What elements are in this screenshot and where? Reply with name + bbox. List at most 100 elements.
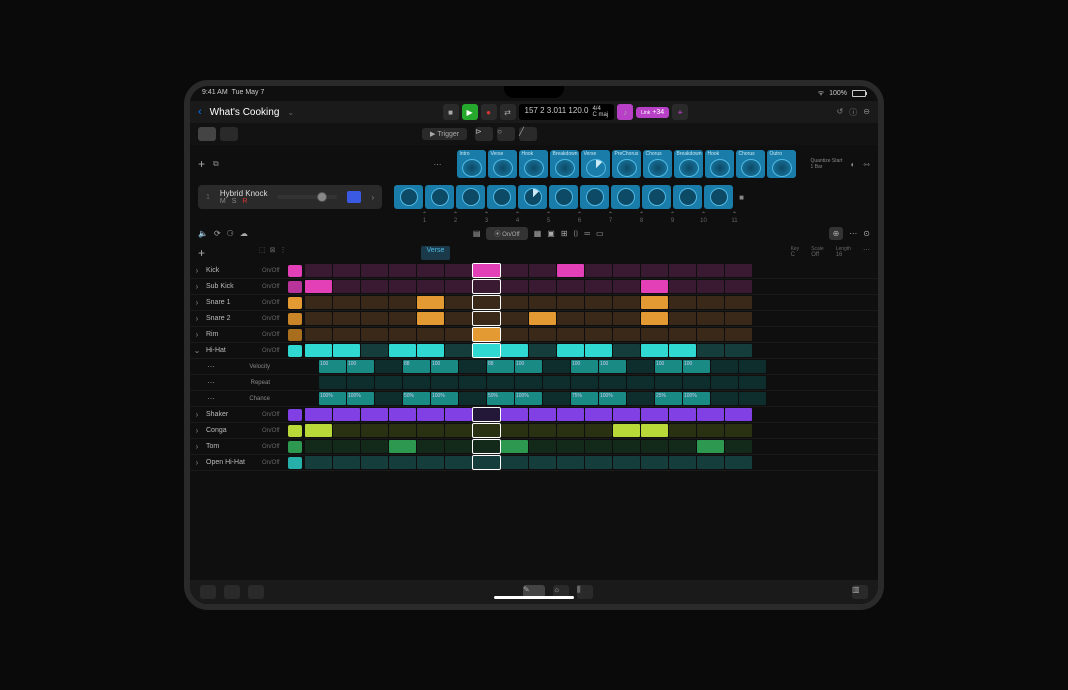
step-cell[interactable] — [585, 440, 612, 453]
step-cell[interactable] — [599, 376, 626, 389]
more-button[interactable]: ⋯ — [433, 160, 441, 169]
step-cell[interactable] — [333, 440, 360, 453]
step-cell[interactable] — [529, 408, 556, 421]
step-cell[interactable] — [445, 440, 472, 453]
step-cell[interactable] — [711, 392, 738, 405]
step-cell[interactable] — [725, 424, 752, 437]
view-e-button[interactable]: ═ — [584, 229, 590, 238]
step-cell[interactable] — [501, 424, 528, 437]
contrast-button[interactable]: ◐ — [850, 160, 855, 169]
expand-button[interactable]: › — [190, 410, 204, 419]
step-cell[interactable] — [319, 376, 346, 389]
step-cell[interactable] — [445, 408, 472, 421]
step-cell[interactable] — [529, 328, 556, 341]
step-cell[interactable] — [557, 264, 584, 277]
step-cell[interactable] — [585, 456, 612, 469]
row-onoff[interactable]: On/Off — [262, 300, 288, 306]
step-cell[interactable] — [585, 424, 612, 437]
step-cell[interactable]: 100% — [347, 392, 374, 405]
step-cell[interactable] — [459, 376, 486, 389]
tempo-display[interactable]: 157 2 3.011 120.0 4/4C maj — [519, 104, 615, 120]
step-cell[interactable] — [333, 456, 360, 469]
step-cell[interactable] — [473, 440, 500, 453]
row-name[interactable]: Kick — [204, 267, 262, 274]
section-badge[interactable]: Verse — [421, 246, 451, 260]
step-cell[interactable] — [501, 408, 528, 421]
step-cell[interactable] — [613, 424, 640, 437]
step-cell[interactable] — [585, 264, 612, 277]
row-name[interactable]: Sub Kick — [204, 283, 262, 290]
record-arm-button[interactable]: R — [242, 198, 247, 205]
step-cell[interactable] — [501, 440, 528, 453]
step-cell[interactable] — [445, 264, 472, 277]
step-cell[interactable]: 88 — [487, 360, 514, 373]
section-hook[interactable]: Hook — [519, 150, 548, 178]
cycle-button[interactable]: ⇄ — [500, 104, 516, 120]
step-cell[interactable] — [543, 360, 570, 373]
step-cell[interactable]: 88 — [403, 360, 430, 373]
home-indicator[interactable] — [494, 596, 574, 599]
step-cell[interactable] — [375, 392, 402, 405]
step-cell[interactable] — [361, 280, 388, 293]
step-cell[interactable] — [725, 344, 752, 357]
row-name[interactable]: Hi-Hat — [204, 347, 262, 354]
step-cell[interactable] — [557, 296, 584, 309]
step-cell[interactable] — [585, 408, 612, 421]
step-cell[interactable] — [725, 440, 752, 453]
quantize-value[interactable]: 1 Bar — [810, 164, 842, 170]
view-c-button[interactable]: ⊞ — [561, 229, 568, 238]
step-cell[interactable] — [613, 344, 640, 357]
step-cell[interactable] — [501, 296, 528, 309]
scale-value[interactable]: Off — [811, 252, 824, 258]
step-cell[interactable] — [627, 360, 654, 373]
row-name[interactable]: Tom — [204, 443, 262, 450]
step-cell[interactable] — [361, 344, 388, 357]
section-cell[interactable] — [549, 185, 578, 209]
live-view-button[interactable] — [220, 127, 238, 141]
onoff-toggle[interactable]: ⦿ On/Off — [486, 227, 527, 240]
step-cell[interactable] — [697, 344, 724, 357]
loop-button[interactable]: ○ — [497, 127, 515, 141]
step-cell[interactable] — [473, 280, 500, 293]
row-name[interactable]: Conga — [204, 427, 262, 434]
step-cell[interactable] — [669, 344, 696, 357]
step-cell[interactable] — [641, 328, 668, 341]
step-cell[interactable] — [557, 440, 584, 453]
step-cell[interactable] — [305, 264, 332, 277]
step-cell[interactable] — [557, 312, 584, 325]
step-cell[interactable] — [361, 264, 388, 277]
step-cell[interactable] — [445, 456, 472, 469]
step-cell[interactable] — [445, 424, 472, 437]
step-cell[interactable] — [613, 264, 640, 277]
expand-button[interactable]: › — [190, 298, 204, 307]
step-cell[interactable] — [389, 408, 416, 421]
section-outro[interactable]: Outro — [767, 150, 796, 178]
instrument-icon[interactable] — [288, 457, 302, 469]
library-button[interactable] — [224, 585, 240, 599]
step-cell[interactable] — [613, 296, 640, 309]
ai-icon[interactable]: ☁ — [240, 229, 248, 238]
step-cell[interactable] — [697, 424, 724, 437]
step-cell[interactable] — [305, 440, 332, 453]
step-cell[interactable] — [305, 408, 332, 421]
step-cell[interactable] — [389, 424, 416, 437]
row-name[interactable]: Snare 2 — [204, 315, 262, 322]
step-cell[interactable] — [417, 344, 444, 357]
row-onoff[interactable]: On/Off — [262, 284, 288, 290]
row-onoff[interactable]: On/Off — [262, 316, 288, 322]
more-options-button[interactable]: ⋯ — [849, 229, 857, 238]
step-cell[interactable]: 100 — [319, 360, 346, 373]
help-button[interactable]: ⓘ — [849, 107, 857, 118]
track-channel-strip[interactable]: 1 Hybrid Knock M S R › — [198, 185, 382, 209]
step-cell[interactable] — [389, 344, 416, 357]
step-cell[interactable] — [557, 408, 584, 421]
undo-button[interactable]: ↺ — [837, 107, 844, 118]
section-chorus[interactable]: Chorus — [736, 150, 765, 178]
step-cell[interactable] — [417, 296, 444, 309]
step-cell[interactable] — [305, 296, 332, 309]
section-cell[interactable] — [518, 185, 547, 209]
step-cell[interactable] — [529, 312, 556, 325]
step-cell[interactable] — [655, 376, 682, 389]
row-name[interactable]: Rim — [204, 331, 262, 338]
step-cell[interactable] — [739, 392, 766, 405]
